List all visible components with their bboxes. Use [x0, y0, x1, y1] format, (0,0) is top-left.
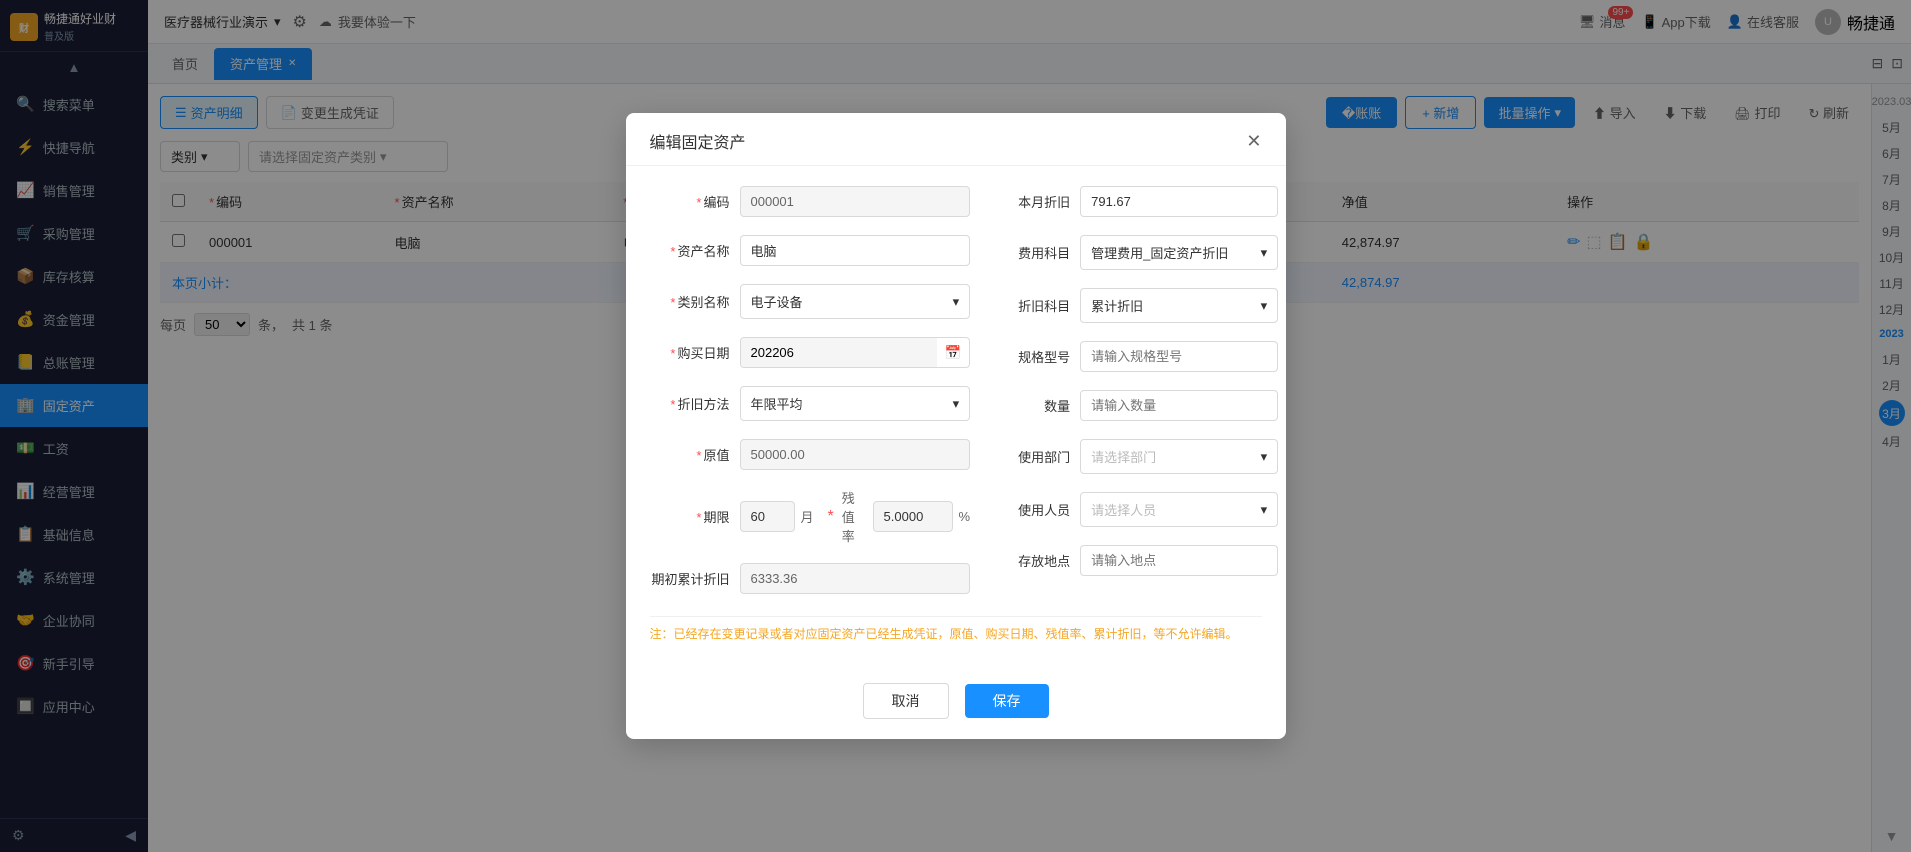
form-group-code: *编码: [650, 186, 991, 217]
monthly-dep-input[interactable]: [1080, 186, 1278, 217]
location-input[interactable]: [1080, 545, 1278, 576]
modal-footer: 取消 保存: [626, 669, 1286, 739]
person-label: 使用人员: [990, 500, 1070, 519]
form-group-initial-dep: 期初累计折旧: [650, 563, 991, 594]
dep-method-select[interactable]: 年限平均 ▾: [740, 386, 971, 421]
category-label: *类别名称: [650, 292, 730, 311]
form-group-location: 存放地点: [990, 545, 1298, 576]
initial-dep-label: 期初累计折旧: [650, 569, 730, 588]
person-select[interactable]: 请选择人员 ▾: [1080, 492, 1278, 527]
residual-rate-input[interactable]: [873, 501, 953, 532]
form-group-spec: 规格型号: [990, 341, 1298, 372]
dep-subject-icon: ▾: [1261, 298, 1268, 314]
modal-note: 注：已经存在变更记录或者对应固定资产已经生成凭证，原值、购买日期、残值率、累计折…: [650, 616, 1262, 648]
form-group-period: *期限 月 * 残值率 %: [650, 488, 991, 545]
person-placeholder: 请选择人员: [1091, 500, 1156, 519]
save-button[interactable]: 保存: [965, 684, 1049, 718]
edit-asset-modal: 编辑固定资产 ✕ *编码 *资产名称: [626, 113, 1286, 738]
form-right-col: 本月折旧 费用科目 管理费用_固定资产折旧 ▾ 折旧科目: [990, 186, 1298, 612]
form-group-purchase-date: *购买日期 📅: [650, 337, 991, 368]
period-input[interactable]: [740, 501, 795, 532]
location-label: 存放地点: [990, 551, 1070, 570]
period-unit-label: 月: [801, 507, 814, 526]
code-input[interactable]: [740, 186, 971, 217]
person-dropdown-icon: ▾: [1261, 502, 1268, 518]
form-group-dep-subject: 折旧科目 累计折旧 ▾: [990, 288, 1298, 323]
dept-dropdown-icon: ▾: [1261, 449, 1268, 465]
form-group-expense-subject: 费用科目 管理费用_固定资产折旧 ▾: [990, 235, 1298, 270]
purchase-date-input-wrapper: 📅: [740, 337, 971, 368]
expense-subject-label: 费用科目: [990, 243, 1070, 262]
period-inline: 月 * 残值率 %: [740, 488, 971, 545]
calendar-icon[interactable]: 📅: [937, 345, 970, 361]
expense-subject-icon: ▾: [1261, 245, 1268, 261]
purchase-date-label: *购买日期: [650, 343, 730, 362]
original-value-label: *原值: [650, 445, 730, 464]
modal-close-button[interactable]: ✕: [1246, 131, 1261, 152]
name-input[interactable]: [740, 235, 971, 266]
quantity-label: 数量: [990, 396, 1070, 415]
modal-overlay: 编辑固定资产 ✕ *编码 *资产名称: [0, 0, 1911, 852]
monthly-dep-label: 本月折旧: [990, 192, 1070, 211]
residual-rate-label: 残值率: [842, 488, 867, 545]
original-value-input[interactable]: [740, 439, 971, 470]
modal-header: 编辑固定资产 ✕: [626, 113, 1286, 166]
dep-method-value: 年限平均: [751, 394, 803, 413]
expense-subject-select[interactable]: 管理费用_固定资产折旧 ▾: [1080, 235, 1278, 270]
dep-method-label: *折旧方法: [650, 394, 730, 413]
residual-req-star: *: [828, 508, 834, 526]
category-select[interactable]: 电子设备 ▾: [740, 284, 971, 319]
form-group-dept: 使用部门 请选择部门 ▾: [990, 439, 1298, 474]
form-group-category: *类别名称 电子设备 ▾: [650, 284, 991, 319]
quantity-input[interactable]: [1080, 390, 1278, 421]
dept-placeholder: 请选择部门: [1091, 447, 1156, 466]
spec-input[interactable]: [1080, 341, 1278, 372]
expense-subject-value: 管理费用_固定资产折旧: [1091, 243, 1228, 262]
dep-subject-value: 累计折旧: [1091, 296, 1143, 315]
cancel-button[interactable]: 取消: [863, 683, 949, 719]
period-label: *期限: [650, 507, 730, 526]
dept-select[interactable]: 请选择部门 ▾: [1080, 439, 1278, 474]
form-group-original-value: *原值: [650, 439, 991, 470]
initial-dep-input[interactable]: [740, 563, 971, 594]
modal-form: *编码 *资产名称 *类别名称: [650, 186, 1262, 612]
category-select-value: 电子设备: [751, 292, 803, 311]
dep-subject-label: 折旧科目: [990, 296, 1070, 315]
category-select-icon: ▾: [953, 294, 960, 310]
name-label: *资产名称: [650, 241, 730, 260]
form-group-monthly-dep: 本月折旧: [990, 186, 1298, 217]
residual-unit-label: %: [959, 509, 971, 524]
form-left-col: *编码 *资产名称 *类别名称: [650, 186, 991, 612]
dep-method-icon: ▾: [953, 396, 960, 412]
modal-title: 编辑固定资产: [650, 129, 746, 153]
dep-subject-select[interactable]: 累计折旧 ▾: [1080, 288, 1278, 323]
form-group-name: *资产名称: [650, 235, 991, 266]
modal-body: *编码 *资产名称 *类别名称: [626, 166, 1286, 668]
code-label: *编码: [650, 192, 730, 211]
spec-label: 规格型号: [990, 347, 1070, 366]
form-group-quantity: 数量: [990, 390, 1298, 421]
purchase-date-input[interactable]: [741, 338, 937, 367]
form-group-person: 使用人员 请选择人员 ▾: [990, 492, 1298, 527]
dept-label: 使用部门: [990, 447, 1070, 466]
form-group-dep-method: *折旧方法 年限平均 ▾: [650, 386, 991, 421]
